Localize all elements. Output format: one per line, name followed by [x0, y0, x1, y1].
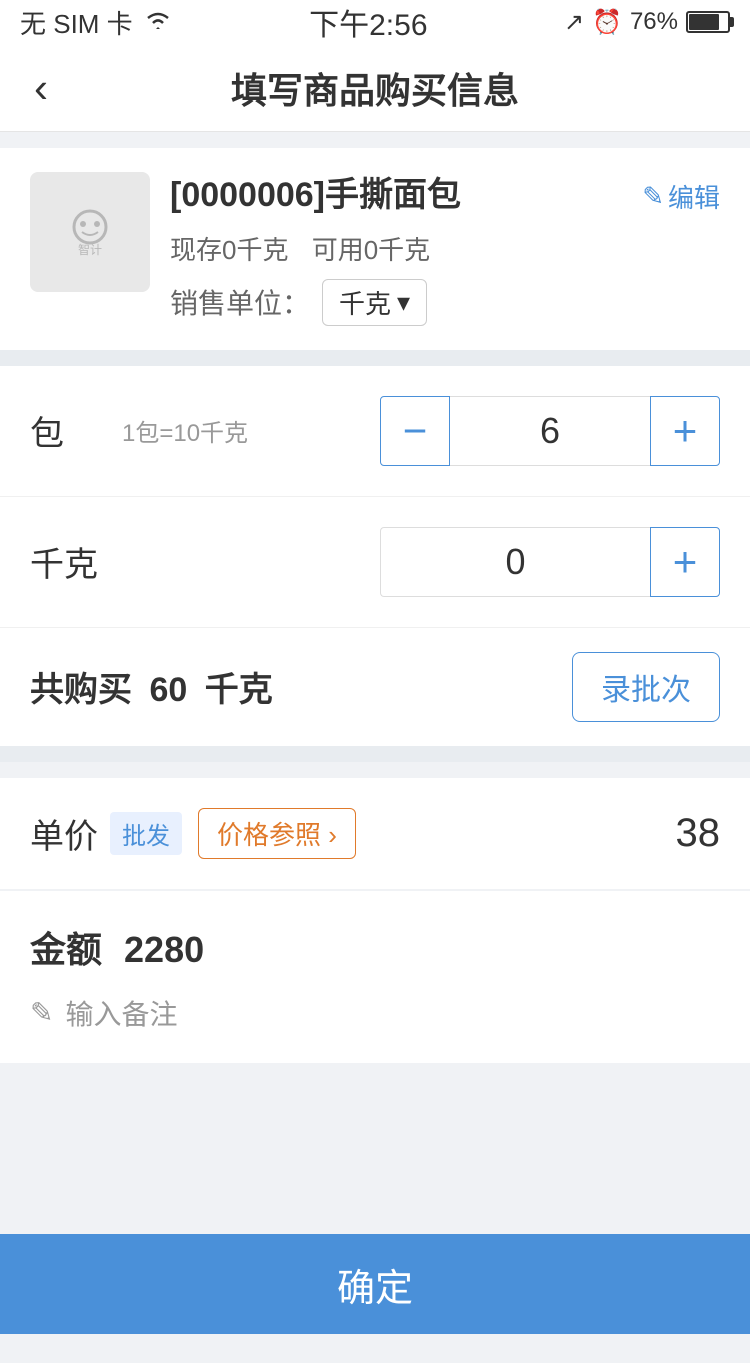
price-row: 单价 批发 价格参照 › 38 [30, 808, 720, 859]
kg-quantity-input[interactable] [380, 527, 650, 597]
price-tag: 批发 [110, 812, 182, 855]
wifi-icon [143, 7, 173, 38]
confirm-button[interactable]: 确定 [0, 1234, 750, 1334]
kg-input-controls: + [380, 527, 720, 597]
unit-select[interactable]: 千克 ▾ [322, 279, 427, 326]
time-label: 下午2:56 [309, 0, 427, 44]
price-value: 38 [676, 811, 721, 856]
price-ref-button[interactable]: 价格参照 › [198, 808, 356, 859]
remark-row[interactable]: ✎ 输入备注 [30, 993, 720, 1033]
total-text: 共购买 60 千克 [30, 662, 273, 711]
edit-icon: ✎ [642, 181, 664, 212]
bag-input-row: 包 1包=10千克 − + [0, 366, 750, 497]
status-left: 无 SIM 卡 [20, 4, 173, 41]
kg-plus-button[interactable]: + [650, 527, 720, 597]
batch-button[interactable]: 录批次 [572, 652, 720, 722]
product-info: [0000006]手撕面包 现存0千克 可用0千克 销售单位： 千克 ▾ [170, 172, 720, 326]
total-row: 共购买 60 千克 录批次 [0, 628, 750, 746]
bag-label: 包 [30, 406, 110, 455]
divider-2 [0, 746, 750, 762]
remark-icon: ✎ [30, 996, 53, 1029]
quantity-section: 包 1包=10千克 − + 千克 + [0, 366, 750, 628]
location-icon: ↗ [564, 8, 584, 37]
product-stock: 现存0千克 可用0千克 [170, 230, 720, 267]
bag-input-controls: − + [380, 396, 720, 466]
bag-quantity-input[interactable] [450, 396, 650, 466]
product-unit-row: 销售单位： 千克 ▾ [170, 279, 720, 326]
edit-button[interactable]: ✎ 编辑 [642, 178, 720, 215]
battery-label: 76% [630, 8, 678, 36]
status-bar: 无 SIM 卡 下午2:56 ↗ ⏰ 76% [0, 0, 750, 44]
back-button[interactable]: ‹ [24, 54, 58, 122]
battery-icon [686, 11, 730, 33]
amount-value: 2280 [124, 929, 204, 970]
alarm-icon: ⏰ [592, 8, 622, 37]
nav-bar: ‹ 填写商品购买信息 [0, 44, 750, 132]
product-card: 智计 [0000006]手撕面包 现存0千克 可用0千克 销售单位： 千克 ▾ … [0, 148, 750, 350]
product-name: [0000006]手撕面包 [170, 172, 720, 220]
carrier-label: 无 SIM 卡 [20, 4, 133, 41]
price-section: 单价 批发 价格参照 › 38 [0, 778, 750, 889]
bag-hint: 1包=10千克 [122, 413, 380, 448]
status-right: ↗ ⏰ 76% [564, 8, 730, 37]
bag-minus-button[interactable]: − [380, 396, 450, 466]
chevron-down-icon: ▾ [397, 287, 410, 318]
amount-row: 金额 2280 [30, 921, 720, 973]
price-label: 单价 [30, 809, 98, 858]
amount-section: 金额 2280 ✎ 输入备注 [0, 891, 750, 1063]
kg-input-row: 千克 + [0, 497, 750, 628]
product-thumbnail: 智计 [30, 172, 150, 292]
divider-1 [0, 350, 750, 366]
svg-text:智计: 智计 [78, 242, 102, 257]
page-title: 填写商品购买信息 [231, 62, 519, 114]
product-logo-icon: 智计 [60, 202, 120, 262]
price-left: 单价 批发 价格参照 › [30, 808, 356, 859]
kg-label: 千克 [30, 537, 110, 586]
bag-plus-button[interactable]: + [650, 396, 720, 466]
remark-placeholder: 输入备注 [65, 993, 177, 1033]
